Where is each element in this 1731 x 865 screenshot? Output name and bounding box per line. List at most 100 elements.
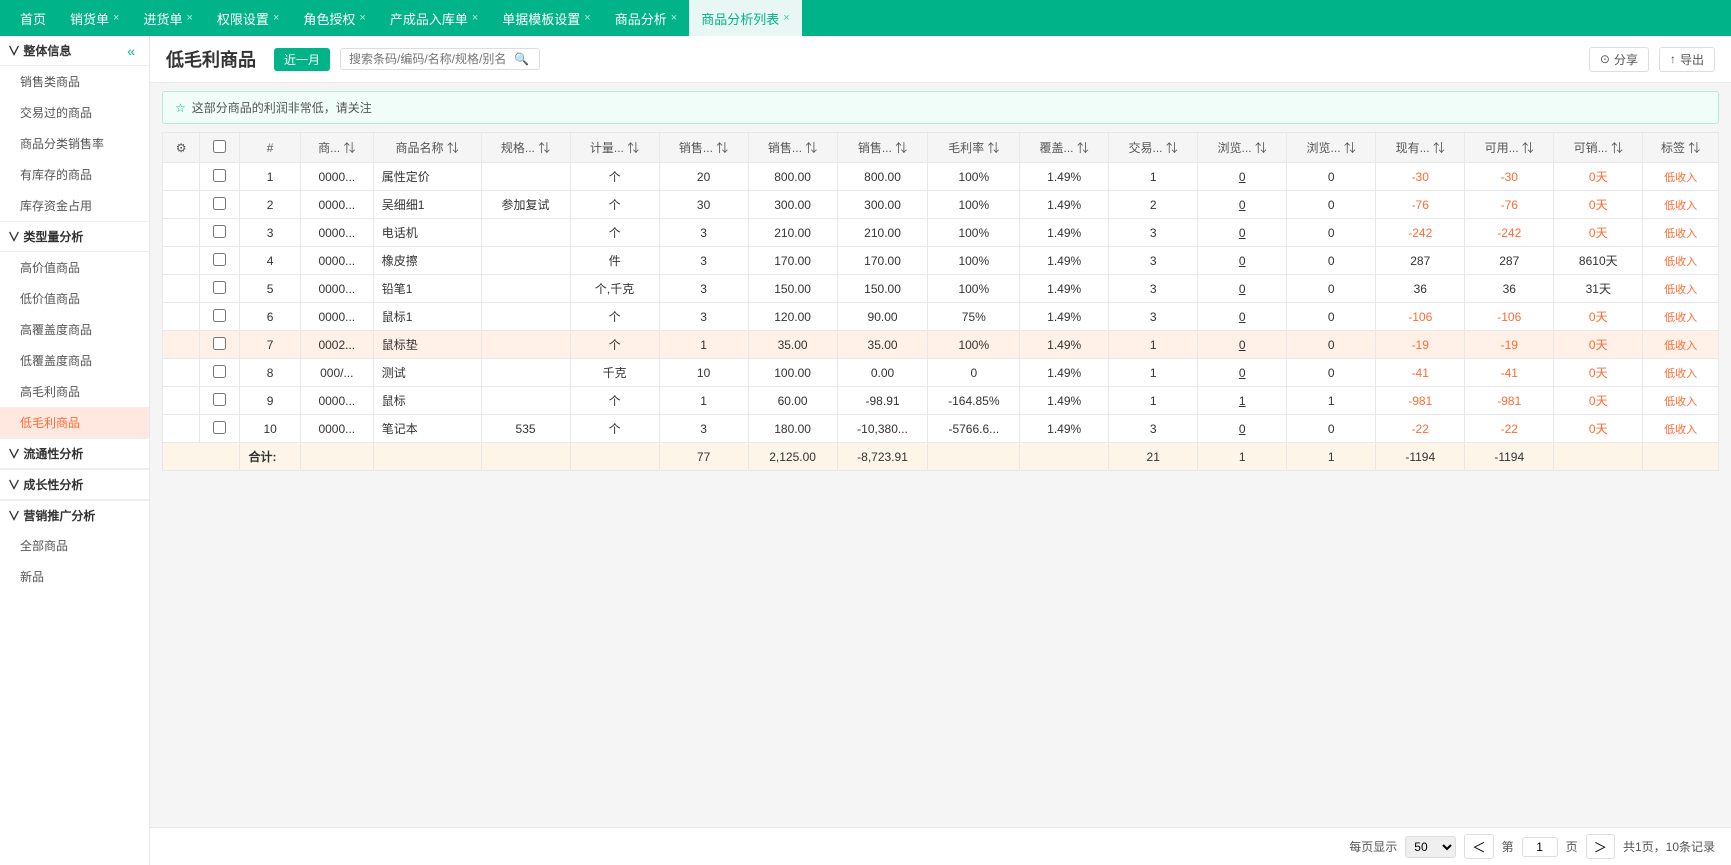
col-qty-header[interactable]: 销售... ⇅ [659, 133, 748, 163]
col-settings[interactable]: ⚙ [163, 133, 200, 163]
row-price: 100.00 [748, 359, 837, 387]
export-button[interactable]: ↑ 导出 [1659, 47, 1715, 72]
next-page-btn[interactable]: ＞ [1586, 834, 1615, 859]
nav-product-analysis[interactable]: 商品分析 × [603, 0, 689, 36]
col-name-header[interactable]: 商品名称 ⇅ [373, 133, 481, 163]
nav-product-analysis-close[interactable]: × [671, 12, 677, 24]
sidebar-item-high-margin[interactable]: 高毛利商品 [0, 376, 149, 407]
row-browse2: 0 [1287, 359, 1376, 387]
col-browse1-header[interactable]: 浏览... ⇅ [1198, 133, 1287, 163]
sidebar-item-sales-goods[interactable]: 销售类商品 [0, 66, 149, 97]
nav-template-close[interactable]: × [584, 12, 590, 24]
col-code-header[interactable]: 商... ⇅ [300, 133, 373, 163]
page-suffix: 页 [1566, 838, 1578, 855]
row-browse2: 0 [1287, 163, 1376, 191]
col-unit-header[interactable]: 计量... ⇅ [570, 133, 659, 163]
row-select-checkbox[interactable] [213, 393, 226, 406]
sidebar-item-stock-capital[interactable]: 库存资金占用 [0, 190, 149, 221]
col-usable-header[interactable]: 可用... ⇅ [1465, 133, 1554, 163]
row-name: 橡皮擦 [373, 247, 481, 275]
share-button[interactable]: ⊙ 分享 [1589, 47, 1649, 72]
row-stock: -30 [1376, 163, 1465, 191]
col-spec-header[interactable]: 规格... ⇅ [481, 133, 570, 163]
sidebar-item-low-value[interactable]: 低价值商品 [0, 283, 149, 314]
col-saleable-header[interactable]: 可销... ⇅ [1554, 133, 1643, 163]
row-num: 4 [240, 247, 300, 275]
nav-purchase[interactable]: 进货单 × [131, 0, 204, 36]
sidebar-item-in-stock[interactable]: 有库存的商品 [0, 159, 149, 190]
sidebar-item-all-goods[interactable]: 全部商品 [0, 530, 149, 561]
col-checkbox-all[interactable] [200, 133, 240, 163]
sidebar-item-low-coverage[interactable]: 低覆盖度商品 [0, 345, 149, 376]
row-checkbox[interactable] [200, 415, 240, 443]
sort-name-icon: ⇅ [447, 141, 459, 155]
search-input[interactable] [349, 52, 509, 66]
row-select-checkbox[interactable] [213, 225, 226, 238]
row-select-checkbox[interactable] [213, 281, 226, 294]
row-amount: -98.91 [837, 387, 928, 415]
row-grossrate: 100% [928, 191, 1020, 219]
row-checkbox[interactable] [200, 275, 240, 303]
sidebar-item-high-coverage[interactable]: 高覆盖度商品 [0, 314, 149, 345]
col-stock-header[interactable]: 现有... ⇅ [1376, 133, 1465, 163]
row-checkbox[interactable] [200, 219, 240, 247]
row-tag: 低收入 [1643, 331, 1719, 359]
nav-sales[interactable]: 销货单 × [58, 0, 131, 36]
row-checkbox[interactable] [200, 247, 240, 275]
nav-product-entry-close[interactable]: × [472, 12, 478, 24]
sidebar-collapse-btn[interactable]: « [121, 43, 141, 59]
date-filter-button[interactable]: 近一月 [274, 48, 330, 71]
row-checkbox[interactable] [200, 387, 240, 415]
row-num: 9 [240, 387, 300, 415]
row-icon [163, 359, 200, 387]
sidebar-item-category-rate[interactable]: 商品分类销售率 [0, 128, 149, 159]
nav-product-entry[interactable]: 产成品入库单 × [378, 0, 490, 36]
row-select-checkbox[interactable] [213, 169, 226, 182]
nav-sales-close[interactable]: × [113, 12, 119, 24]
col-trade-header[interactable]: 交易... ⇅ [1109, 133, 1198, 163]
sidebar-item-low-margin[interactable]: 低毛利商品 [0, 407, 149, 438]
nav-home[interactable]: 首页 [8, 0, 58, 36]
row-checkbox[interactable] [200, 303, 240, 331]
row-select-checkbox[interactable] [213, 337, 226, 350]
current-page-input[interactable] [1522, 837, 1558, 857]
nav-roles[interactable]: 角色授权 × [291, 0, 377, 36]
row-checkbox[interactable] [200, 359, 240, 387]
row-select-checkbox[interactable] [213, 421, 226, 434]
nav-permissions-close[interactable]: × [273, 12, 279, 24]
nav-permissions[interactable]: 权限设置 × [205, 0, 291, 36]
col-amount-header[interactable]: 销售... ⇅ [837, 133, 928, 163]
alert-icon: ☆ [175, 101, 186, 115]
row-select-checkbox[interactable] [213, 365, 226, 378]
per-page-select[interactable]: 50 100 200 [1405, 836, 1456, 858]
select-all-checkbox[interactable] [213, 140, 226, 153]
nav-product-analysis-list[interactable]: 商品分析列表 × [689, 0, 801, 36]
table-area[interactable]: ⚙ # 商... ⇅ 商品名称 ⇅ 规格... ⇅ 计量... ⇅ 销售... … [150, 132, 1731, 827]
row-select-checkbox[interactable] [213, 197, 226, 210]
row-select-checkbox[interactable] [213, 253, 226, 266]
col-price-header[interactable]: 销售... ⇅ [748, 133, 837, 163]
col-grossrate-header[interactable]: 毛利率 ⇅ [928, 133, 1020, 163]
row-checkbox[interactable] [200, 331, 240, 359]
nav-product-analysis-list-close[interactable]: × [783, 12, 789, 24]
nav-purchase-close[interactable]: × [186, 12, 192, 24]
sidebar-item-new-goods[interactable]: 新品 [0, 561, 149, 592]
row-saleable: 8610天 [1554, 247, 1643, 275]
row-select-checkbox[interactable] [213, 309, 226, 322]
row-spec [481, 275, 570, 303]
col-tag-header[interactable]: 标签 ⇅ [1643, 133, 1719, 163]
nav-template[interactable]: 单据模板设置 × [490, 0, 602, 36]
sidebar-item-traded-goods[interactable]: 交易过的商品 [0, 97, 149, 128]
sidebar-item-high-value[interactable]: 高价值商品 [0, 252, 149, 283]
row-trade: 0 [1198, 331, 1287, 359]
row-checkbox[interactable] [200, 163, 240, 191]
row-checkbox[interactable] [200, 191, 240, 219]
nav-roles-close[interactable]: × [359, 12, 365, 24]
row-price: 120.00 [748, 303, 837, 331]
row-unit: 个 [570, 219, 659, 247]
prev-page-btn[interactable]: ＜ [1464, 834, 1493, 859]
row-qty: 10 [659, 359, 748, 387]
col-browse2-header[interactable]: 浏览... ⇅ [1287, 133, 1376, 163]
row-usable: 36 [1465, 275, 1554, 303]
col-coverage-header[interactable]: 覆盖... ⇅ [1020, 133, 1109, 163]
